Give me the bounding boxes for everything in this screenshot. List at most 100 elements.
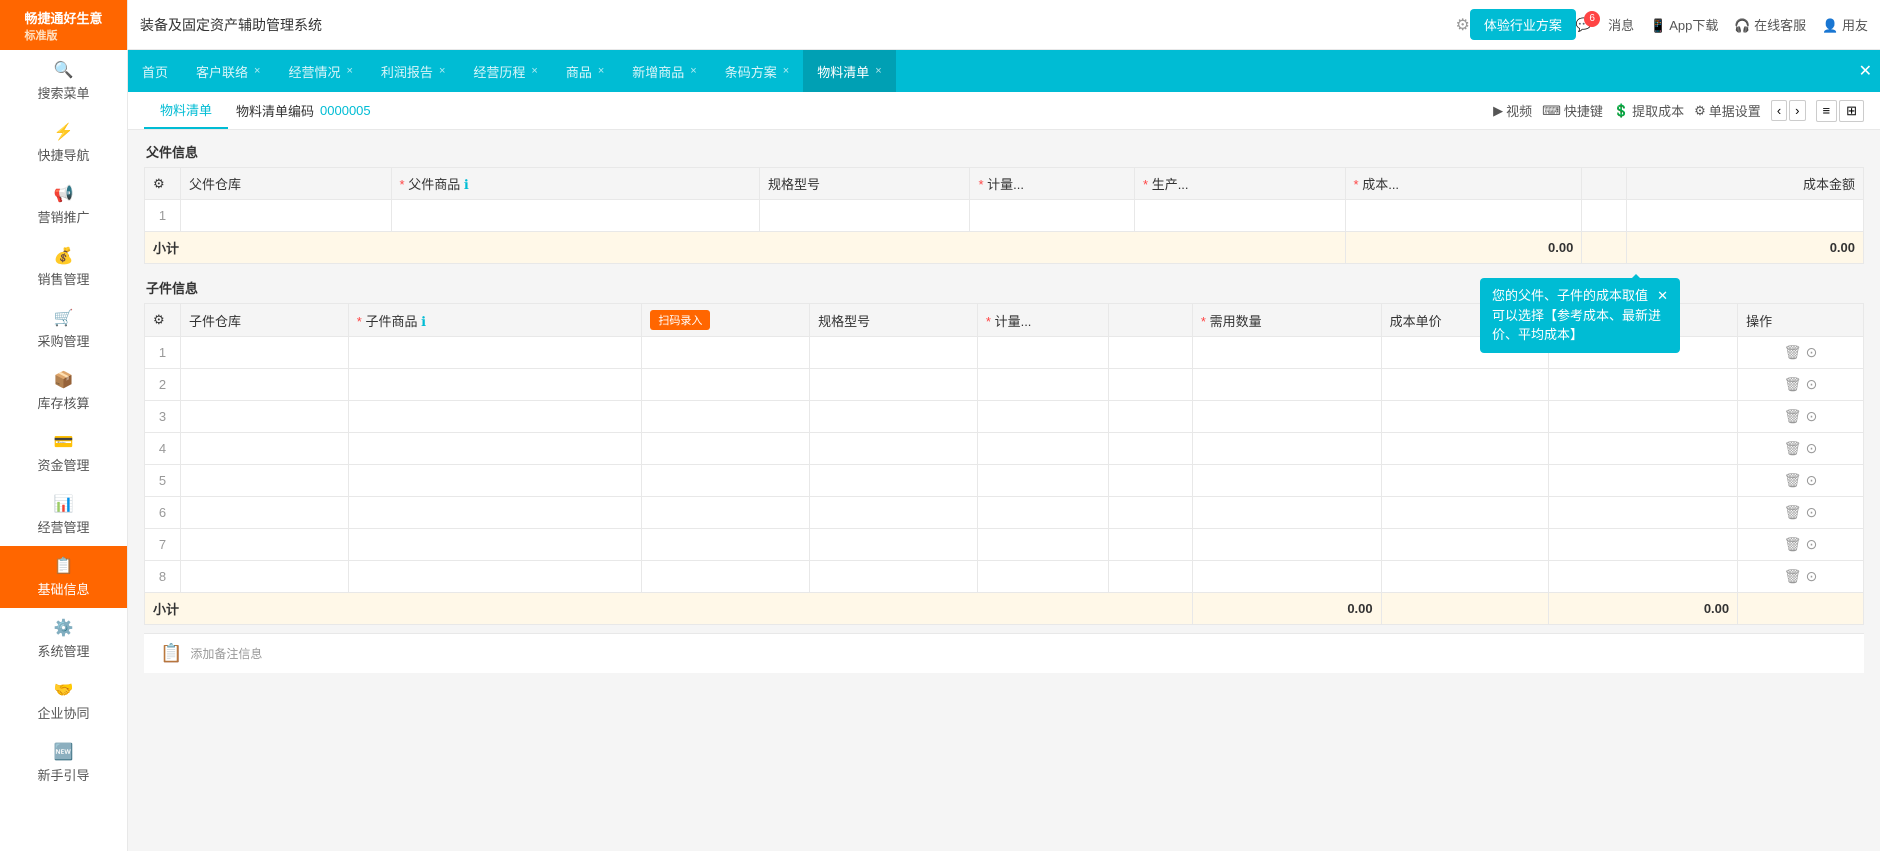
child-product-cell[interactable] — [348, 369, 642, 401]
delete-icon[interactable]: 🗑 — [1784, 344, 1802, 361]
child-qty-cell[interactable] — [1192, 497, 1381, 529]
delete-icon[interactable]: 🗑 — [1784, 472, 1802, 489]
child-unit-cell[interactable] — [977, 369, 1108, 401]
close-icon[interactable]: × — [598, 65, 604, 77]
tooltip-close-icon[interactable]: ✕ — [1657, 286, 1668, 306]
message-badge[interactable]: 💬 6 — [1576, 17, 1592, 33]
child-amount-cell[interactable] — [1549, 433, 1738, 465]
trial-button[interactable]: 体验行业方案 — [1470, 9, 1576, 40]
delete-icon[interactable]: 🗑 — [1784, 408, 1802, 425]
child-spec-cell[interactable] — [810, 465, 978, 497]
child-product-cell[interactable] — [348, 433, 642, 465]
child-spec-cell[interactable] — [810, 561, 978, 593]
delete-icon[interactable]: 🗑 — [1784, 536, 1802, 553]
parent-amount-cell[interactable] — [1627, 200, 1864, 232]
child-unit-cell[interactable] — [977, 561, 1108, 593]
child-qty-cell[interactable] — [1192, 433, 1381, 465]
parent-unit-cell[interactable] — [970, 200, 1135, 232]
prev-arrow[interactable]: ‹ — [1771, 100, 1787, 121]
child-unit-cell[interactable] — [977, 497, 1108, 529]
single-settings-button[interactable]: ⚙ 单据设置 — [1694, 101, 1761, 120]
child-spec-cell[interactable] — [810, 433, 978, 465]
child-product-cell[interactable] — [348, 497, 642, 529]
child-amount-cell[interactable] — [1549, 497, 1738, 529]
delete-icon[interactable]: 🗑 — [1784, 440, 1802, 457]
child-unit-cost-cell[interactable] — [1381, 369, 1549, 401]
child-spec-cell[interactable] — [810, 497, 978, 529]
delete-icon[interactable]: 🗑 — [1784, 568, 1802, 585]
child-warehouse-cell[interactable] — [181, 369, 349, 401]
child-spec-cell[interactable] — [810, 369, 978, 401]
copy-icon[interactable]: ⊙ — [1806, 504, 1818, 521]
child-unit-cost-cell[interactable] — [1381, 401, 1549, 433]
shortcut-button[interactable]: ⌨ 快捷键 — [1542, 101, 1603, 120]
next-arrow[interactable]: › — [1789, 100, 1805, 121]
tab-barcode[interactable]: 条码方案 × — [711, 50, 803, 92]
tab-home[interactable]: 首页 — [128, 50, 182, 92]
child-unit-cell[interactable] — [977, 337, 1108, 369]
scan-button[interactable]: 扫码录入 — [650, 310, 710, 330]
online-service-link[interactable]: 🎧 在线客服 — [1734, 15, 1806, 34]
child-warehouse-cell[interactable] — [181, 465, 349, 497]
close-icon[interactable]: × — [875, 65, 881, 77]
child-unit-cost-cell[interactable] — [1381, 561, 1549, 593]
child-spec-cell[interactable] — [810, 337, 978, 369]
copy-icon[interactable]: ⊙ — [1806, 568, 1818, 585]
copy-icon[interactable]: ⊙ — [1806, 472, 1818, 489]
child-unit-cost-cell[interactable] — [1381, 497, 1549, 529]
child-product-cell[interactable] — [348, 561, 642, 593]
child-qty-cell[interactable] — [1192, 401, 1381, 433]
sidebar-item-system[interactable]: ⚙️ 系统管理 — [0, 608, 127, 670]
sidebar-item-operation[interactable]: 📊 经营管理 — [0, 484, 127, 546]
close-icon[interactable]: × — [690, 65, 696, 77]
sidebar-item-sales[interactable]: 💰 销售管理 — [0, 236, 127, 298]
user-avatar[interactable]: 👤 用友 — [1822, 15, 1868, 34]
sidebar-item-guide[interactable]: 🆕 新手引导 — [0, 732, 127, 794]
child-unit-cost-cell[interactable] — [1381, 433, 1549, 465]
video-button[interactable]: ▶ 视频 — [1493, 101, 1532, 120]
sidebar-item-finance[interactable]: 💳 资金管理 — [0, 422, 127, 484]
parent-cost-cell[interactable] — [1345, 200, 1582, 232]
close-window-icon[interactable]: ✕ — [1859, 61, 1872, 81]
child-amount-cell[interactable] — [1549, 529, 1738, 561]
parent-product-cell[interactable] — [391, 200, 759, 232]
grid-view-btn[interactable]: ⊞ — [1839, 100, 1864, 122]
child-amount-cell[interactable] — [1549, 369, 1738, 401]
sub-tab-bom-list[interactable]: 物料清单 — [144, 92, 228, 129]
child-warehouse-cell[interactable] — [181, 337, 349, 369]
child-qty-cell[interactable] — [1192, 529, 1381, 561]
copy-icon[interactable]: ⊙ — [1806, 376, 1818, 393]
close-icon[interactable]: × — [439, 65, 445, 77]
sidebar-item-basic-info[interactable]: 📋 基础信息 — [0, 546, 127, 608]
child-qty-cell[interactable] — [1192, 465, 1381, 497]
child-warehouse-cell[interactable] — [181, 529, 349, 561]
child-warehouse-cell[interactable] — [181, 401, 349, 433]
child-warehouse-cell[interactable] — [181, 561, 349, 593]
sidebar-item-enterprise[interactable]: 🤝 企业协同 — [0, 670, 127, 732]
close-icon[interactable]: × — [531, 65, 537, 77]
child-amount-cell[interactable] — [1549, 401, 1738, 433]
child-unit-cell[interactable] — [977, 433, 1108, 465]
child-spec-cell[interactable] — [810, 401, 978, 433]
child-unit-cell[interactable] — [977, 465, 1108, 497]
tab-bom[interactable]: 物料清单 × — [803, 50, 895, 92]
child-warehouse-cell[interactable] — [181, 497, 349, 529]
close-icon[interactable]: × — [783, 65, 789, 77]
parent-prod-cell[interactable] — [1135, 200, 1346, 232]
parent-spec-cell[interactable] — [759, 200, 970, 232]
child-amount-cell[interactable] — [1549, 465, 1738, 497]
delete-icon[interactable]: 🗑 — [1784, 376, 1802, 393]
sidebar-item-search[interactable]: 🔍 搜索菜单 — [0, 50, 127, 112]
copy-icon[interactable]: ⊙ — [1806, 440, 1818, 457]
cost-button[interactable]: 💲 提取成本 — [1613, 101, 1684, 120]
app-download-link[interactable]: 📱 App下载 — [1650, 15, 1718, 34]
close-icon[interactable]: × — [254, 65, 260, 77]
copy-icon[interactable]: ⊙ — [1806, 408, 1818, 425]
child-product-cell[interactable] — [348, 465, 642, 497]
child-unit-cost-cell[interactable] — [1381, 465, 1549, 497]
tab-new-product[interactable]: 新增商品 × — [618, 50, 710, 92]
child-qty-cell[interactable] — [1192, 337, 1381, 369]
tab-operation-status[interactable]: 经营情况 × — [274, 50, 366, 92]
sidebar-item-marketing[interactable]: 📢 营销推广 — [0, 174, 127, 236]
child-qty-cell[interactable] — [1192, 369, 1381, 401]
